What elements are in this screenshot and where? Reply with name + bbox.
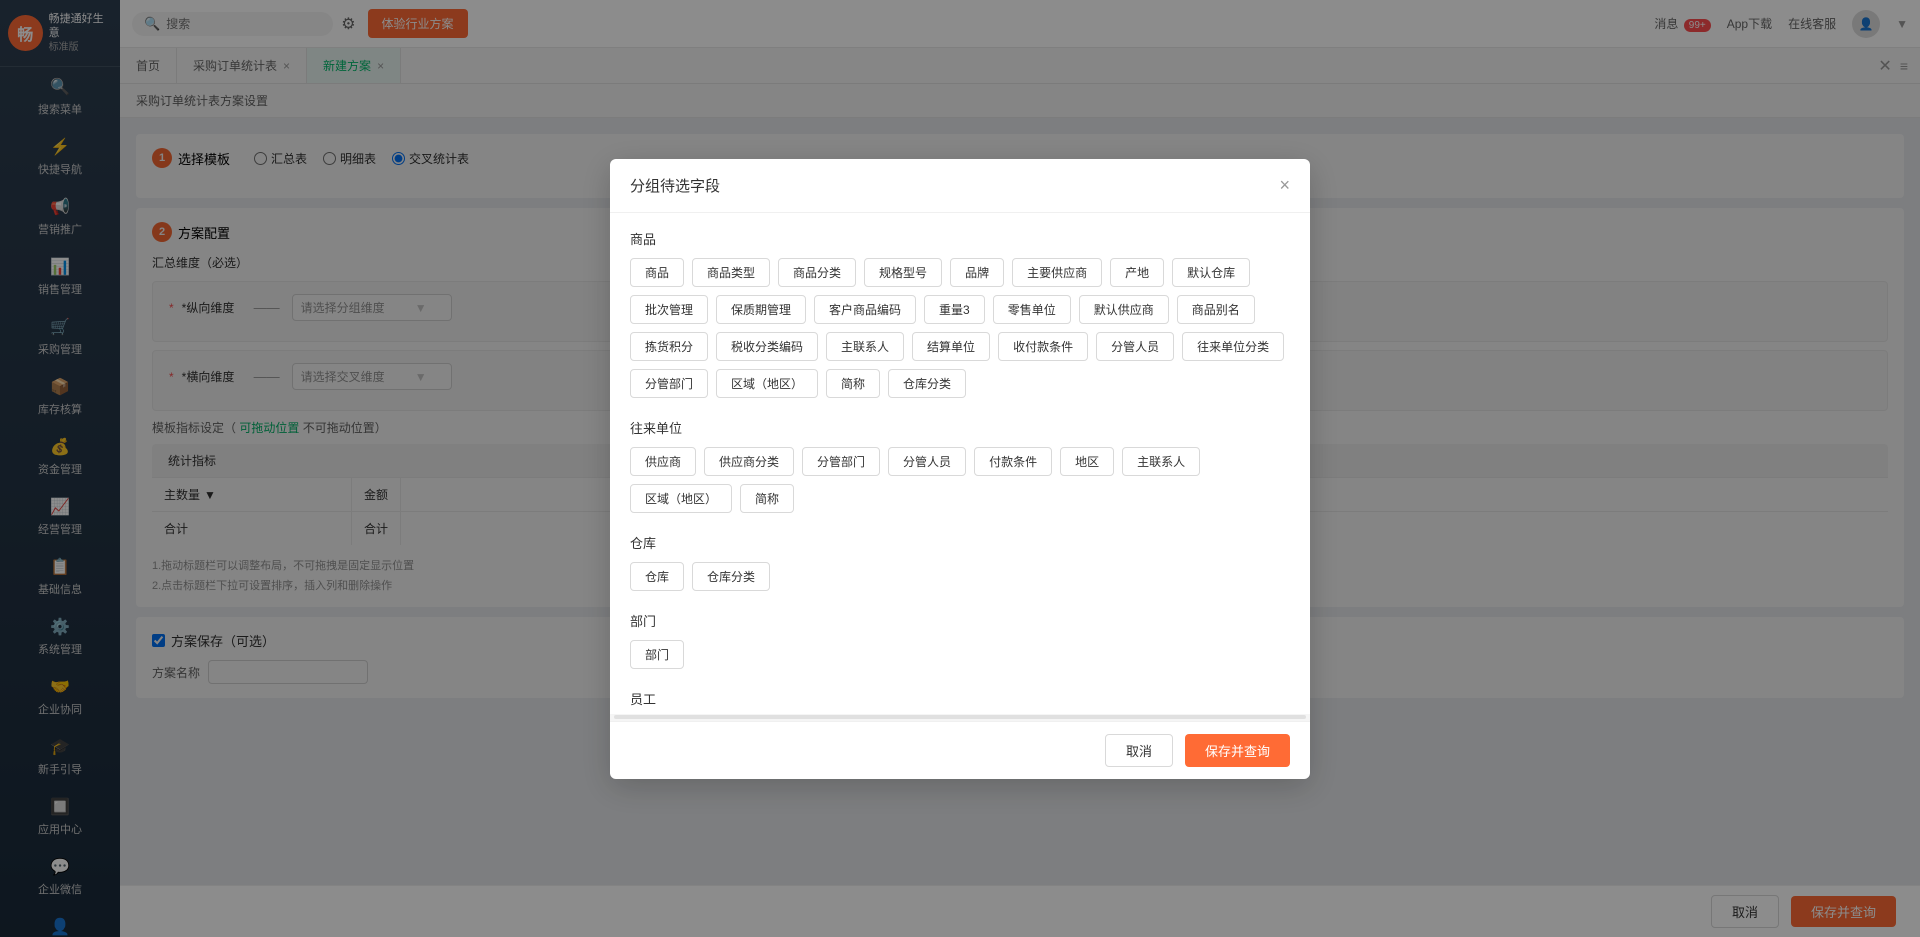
field-tag-area[interactable]: 地区	[1060, 447, 1114, 476]
modal-header: 分组待选字段 ×	[610, 159, 1310, 213]
field-tag-short-name[interactable]: 简称	[826, 369, 880, 398]
field-tag-supplier[interactable]: 供应商	[630, 447, 696, 476]
field-group-product: 商品商品商品类型商品分类规格型号品牌主要供应商产地默认仓库批次管理保质期管理客户…	[630, 229, 1290, 398]
field-tag-warehouse-category[interactable]: 仓库分类	[888, 369, 966, 398]
field-group-warehouse: 仓库仓库仓库分类	[630, 533, 1290, 591]
field-group-title-warehouse: 仓库	[630, 533, 1290, 552]
modal-close-button[interactable]: ×	[1279, 175, 1290, 196]
field-tag-payment-condition[interactable]: 付款条件	[974, 447, 1052, 476]
field-tag-default-warehouse[interactable]: 默认仓库	[1172, 258, 1250, 287]
field-tag-dept[interactable]: 部门	[630, 640, 684, 669]
field-tag-sup-supervisor[interactable]: 分管人员	[888, 447, 966, 476]
field-tag-supplier-category[interactable]: 供应商分类	[704, 447, 794, 476]
field-tag-retail-unit[interactable]: 零售单位	[993, 295, 1071, 324]
modal-cancel-button[interactable]: 取消	[1105, 734, 1173, 767]
field-tag-batch-mgmt[interactable]: 批次管理	[630, 295, 708, 324]
field-tag-weight3[interactable]: 重量3	[924, 295, 985, 324]
field-tag-pickup-score[interactable]: 拣货积分	[630, 332, 708, 361]
field-group-department: 部门部门	[630, 611, 1290, 669]
field-tag-short-name2[interactable]: 简称	[740, 484, 794, 513]
field-group-title-partner: 往来单位	[630, 418, 1290, 437]
field-tag-region2[interactable]: 区域（地区）	[630, 484, 732, 513]
field-tag-quality-mgmt[interactable]: 保质期管理	[716, 295, 806, 324]
field-group-partner: 往来单位供应商供应商分类分管部门分管人员付款条件地区主联系人区域（地区） 简称	[630, 418, 1290, 513]
field-tag-warehouse[interactable]: 仓库	[630, 562, 684, 591]
field-group-title-product: 商品	[630, 229, 1290, 248]
field-tag-product-category[interactable]: 商品分类	[778, 258, 856, 287]
modal-body: 商品商品商品类型商品分类规格型号品牌主要供应商产地默认仓库批次管理保质期管理客户…	[610, 213, 1310, 715]
field-tag-dept-supervised[interactable]: 分管部门	[630, 369, 708, 398]
field-tag-settlement-unit[interactable]: 结算单位	[912, 332, 990, 361]
field-tags-department: 部门	[630, 640, 1290, 669]
field-tag-default-supplier[interactable]: 默认供应商	[1079, 295, 1169, 324]
field-tag-tax-code[interactable]: 税收分类编码	[716, 332, 818, 361]
field-tags-warehouse: 仓库仓库分类	[630, 562, 1290, 591]
field-tag-main-contact[interactable]: 主联系人	[826, 332, 904, 361]
field-tag-sup-dept[interactable]: 分管部门	[802, 447, 880, 476]
field-tag-region[interactable]: 区域（地区）	[716, 369, 818, 398]
field-tag-brand[interactable]: 品牌	[950, 258, 1004, 287]
field-tag-product-alias[interactable]: 商品别名	[1177, 295, 1255, 324]
field-group-employee: 员工业务员	[630, 689, 1290, 715]
field-tag-product-type[interactable]: 商品类型	[692, 258, 770, 287]
field-tag-payment-terms[interactable]: 收付款条件	[998, 332, 1088, 361]
field-tag-origin[interactable]: 产地	[1110, 258, 1164, 287]
field-tags-product: 商品商品类型商品分类规格型号品牌主要供应商产地默认仓库批次管理保质期管理客户商品…	[630, 258, 1290, 398]
modal-overlay: 分组待选字段 × 商品商品商品类型商品分类规格型号品牌主要供应商产地默认仓库批次…	[0, 0, 1920, 937]
field-group-title-department: 部门	[630, 611, 1290, 630]
field-tag-incoming-unit-cat[interactable]: 往来单位分类	[1182, 332, 1284, 361]
field-tag-spec-type[interactable]: 规格型号	[864, 258, 942, 287]
field-tag-warehouse-cat[interactable]: 仓库分类	[692, 562, 770, 591]
field-group-title-employee: 员工	[630, 689, 1290, 708]
field-tag-supervisor[interactable]: 分管人员	[1096, 332, 1174, 361]
field-tag-main-contact2[interactable]: 主联系人	[1122, 447, 1200, 476]
field-tags-partner: 供应商供应商分类分管部门分管人员付款条件地区主联系人区域（地区） 简称	[630, 447, 1290, 513]
modal: 分组待选字段 × 商品商品商品类型商品分类规格型号品牌主要供应商产地默认仓库批次…	[610, 159, 1310, 779]
field-tag-product[interactable]: 商品	[630, 258, 684, 287]
modal-footer: 取消 保存并查询	[610, 721, 1310, 779]
modal-confirm-button[interactable]: 保存并查询	[1185, 734, 1290, 767]
field-tag-customer-code[interactable]: 客户商品编码	[814, 295, 916, 324]
modal-title: 分组待选字段	[630, 175, 720, 196]
field-tag-main-supplier[interactable]: 主要供应商	[1012, 258, 1102, 287]
